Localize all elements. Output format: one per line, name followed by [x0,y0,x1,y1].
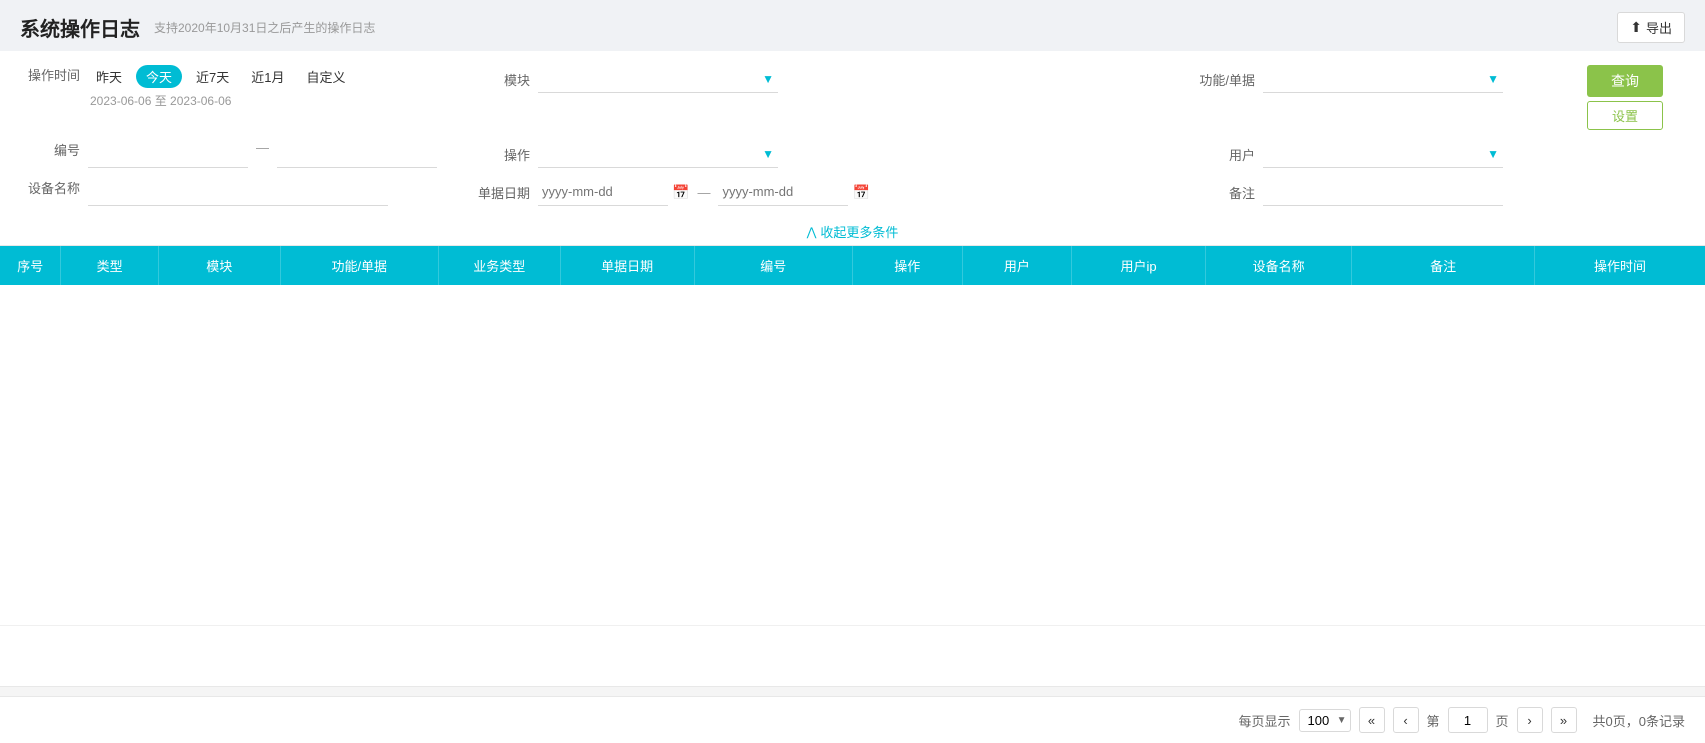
col-number: 编号 [694,246,852,285]
number-filter-col: 编号 — [20,140,470,168]
operation-input[interactable] [538,140,778,168]
function-filter-col: 功能/单据 ▼ [1185,65,1565,93]
page-unit: 页 [1496,711,1509,730]
col-function: 功能/单据 [280,246,438,285]
module-select-wrapper: ▼ [538,65,778,93]
date-to-calendar-icon[interactable]: 📅 [852,184,869,201]
device-filter-col: 设备名称 [20,178,470,206]
user-filter-col: 用户 ▼ [1185,140,1565,168]
number-to-input[interactable] [277,140,437,168]
operation-select-wrapper: ▼ [538,140,778,168]
date-sep: — [697,185,710,200]
next-page-button[interactable]: › [1517,707,1543,733]
user-input[interactable] [1263,140,1503,168]
pagination-bar: 每页显示 100 50 200 ▼ « ‹ 第 页 › » 共0页，0条记录 [0,696,1705,743]
date-to-input[interactable] [718,178,848,206]
time-btn-today[interactable]: 今天 [136,65,182,88]
col-user-ip: 用户ip [1072,246,1206,285]
col-device: 设备名称 [1206,246,1352,285]
page-label: 第 [1427,711,1440,730]
query-button[interactable]: 查询 [1587,65,1663,97]
per-page-select[interactable]: 100 50 200 [1299,709,1351,732]
time-btns: 昨天 今天 近7天 近1月 自定义 [88,65,354,88]
time-btn-7days[interactable]: 近7天 [188,65,237,88]
prev-page-button[interactable]: ‹ [1393,707,1419,733]
filter-row-1: 操作时间 昨天 今天 近7天 近1月 自定义 2023-06-06 至 2023… [20,65,1685,130]
page-container: 系统操作日志 支持2020年10月31日之后产生的操作日志 ⬆ 导出 操作时间 … [0,0,1705,743]
operation-filter-col: 操作 ▼ [470,140,1185,168]
table-empty-row [0,285,1705,625]
number-label: 编号 [20,140,80,159]
module-label: 模块 [470,70,530,89]
filter-row-3: 设备名称 单据日期 📅 — 📅 备注 [20,178,1685,206]
remark-label: 备注 [1185,183,1255,202]
time-btn-custom[interactable]: 自定义 [299,65,354,88]
collapse-label: 收起更多条件 [820,222,898,241]
data-table: 序号 类型 模块 功能/单据 业务类型 单据日期 编号 操作 用户 用户ip 设… [0,246,1705,626]
function-select-wrapper: ▼ [1263,65,1503,93]
export-button[interactable]: ⬆ 导出 [1617,12,1685,43]
module-input[interactable] [538,65,778,93]
table-header-row: 序号 类型 模块 功能/单据 业务类型 单据日期 编号 操作 用户 用户ip 设… [0,246,1705,285]
last-page-button[interactable]: » [1551,707,1577,733]
col-date: 单据日期 [560,246,694,285]
table-container: 序号 类型 模块 功能/单据 业务类型 单据日期 编号 操作 用户 用户ip 设… [0,246,1705,686]
col-type: 类型 [61,246,158,285]
operation-label: 操作 [470,145,530,164]
col-remark: 备注 [1352,246,1535,285]
page-input[interactable] [1448,707,1488,733]
collapse-icon: ⋀ [807,225,817,239]
remark-input[interactable] [1263,178,1503,206]
page-header: 系统操作日志 支持2020年10月31日之后产生的操作日志 ⬆ 导出 [0,0,1705,51]
col-user: 用户 [962,246,1072,285]
collapse-row: ⋀ 收起更多条件 [0,216,1705,246]
settings-button[interactable]: 设置 [1587,101,1663,130]
device-label: 设备名称 [20,178,80,197]
filter-row-2: 编号 — 操作 ▼ 用户 ▼ [20,140,1685,168]
col-module: 模块 [158,246,280,285]
device-input[interactable] [88,178,388,206]
function-label: 功能/单据 [1185,70,1255,89]
page-title: 系统操作日志 [20,13,140,42]
user-label: 用户 [1185,145,1255,164]
action-btns: 查询 设置 [1565,65,1685,130]
filter-section: 操作时间 昨天 今天 近7天 近1月 自定义 2023-06-06 至 2023… [0,51,1705,216]
col-op-time: 操作时间 [1534,246,1705,285]
date-filter-col: 单据日期 📅 — 📅 [470,178,1185,206]
user-select-wrapper: ▼ [1263,140,1503,168]
date-label: 单据日期 [470,183,530,202]
time-btn-yesterday[interactable]: 昨天 [88,65,130,88]
first-page-button[interactable]: « [1359,707,1385,733]
table-header: 序号 类型 模块 功能/单据 业务类型 单据日期 编号 操作 用户 用户ip 设… [0,246,1705,285]
table-body [0,285,1705,625]
total-info: 共0页，0条记录 [1593,711,1685,730]
per-page-wrapper: 100 50 200 ▼ [1299,709,1351,732]
col-seq: 序号 [0,246,61,285]
collapse-button[interactable]: ⋀ 收起更多条件 [807,222,899,241]
per-page-label: 每页显示 [1238,711,1290,730]
export-label: 导出 [1646,18,1672,37]
time-filter: 昨天 今天 近7天 近1月 自定义 2023-06-06 至 2023-06-0… [88,65,354,109]
remark-filter-col: 备注 [1185,178,1565,206]
page-subtitle: 支持2020年10月31日之后产生的操作日志 [154,19,375,36]
function-input[interactable] [1263,65,1503,93]
table-empty-cell [0,285,1705,625]
time-range: 2023-06-06 至 2023-06-06 [90,92,354,109]
date-from-calendar-icon[interactable]: 📅 [672,184,689,201]
export-icon: ⬆ [1630,19,1642,36]
col-biz-type: 业务类型 [438,246,560,285]
col-operation: 操作 [852,246,962,285]
module-filter-col: 模块 ▼ [470,65,1185,93]
scrollbar-area[interactable] [0,686,1705,696]
time-filter-col: 操作时间 昨天 今天 近7天 近1月 自定义 2023-06-06 至 2023… [20,65,470,109]
date-from-input[interactable] [538,178,668,206]
number-from-input[interactable] [88,140,248,168]
number-sep: — [256,140,269,155]
time-btn-1month[interactable]: 近1月 [243,65,292,88]
time-label: 操作时间 [20,65,80,84]
